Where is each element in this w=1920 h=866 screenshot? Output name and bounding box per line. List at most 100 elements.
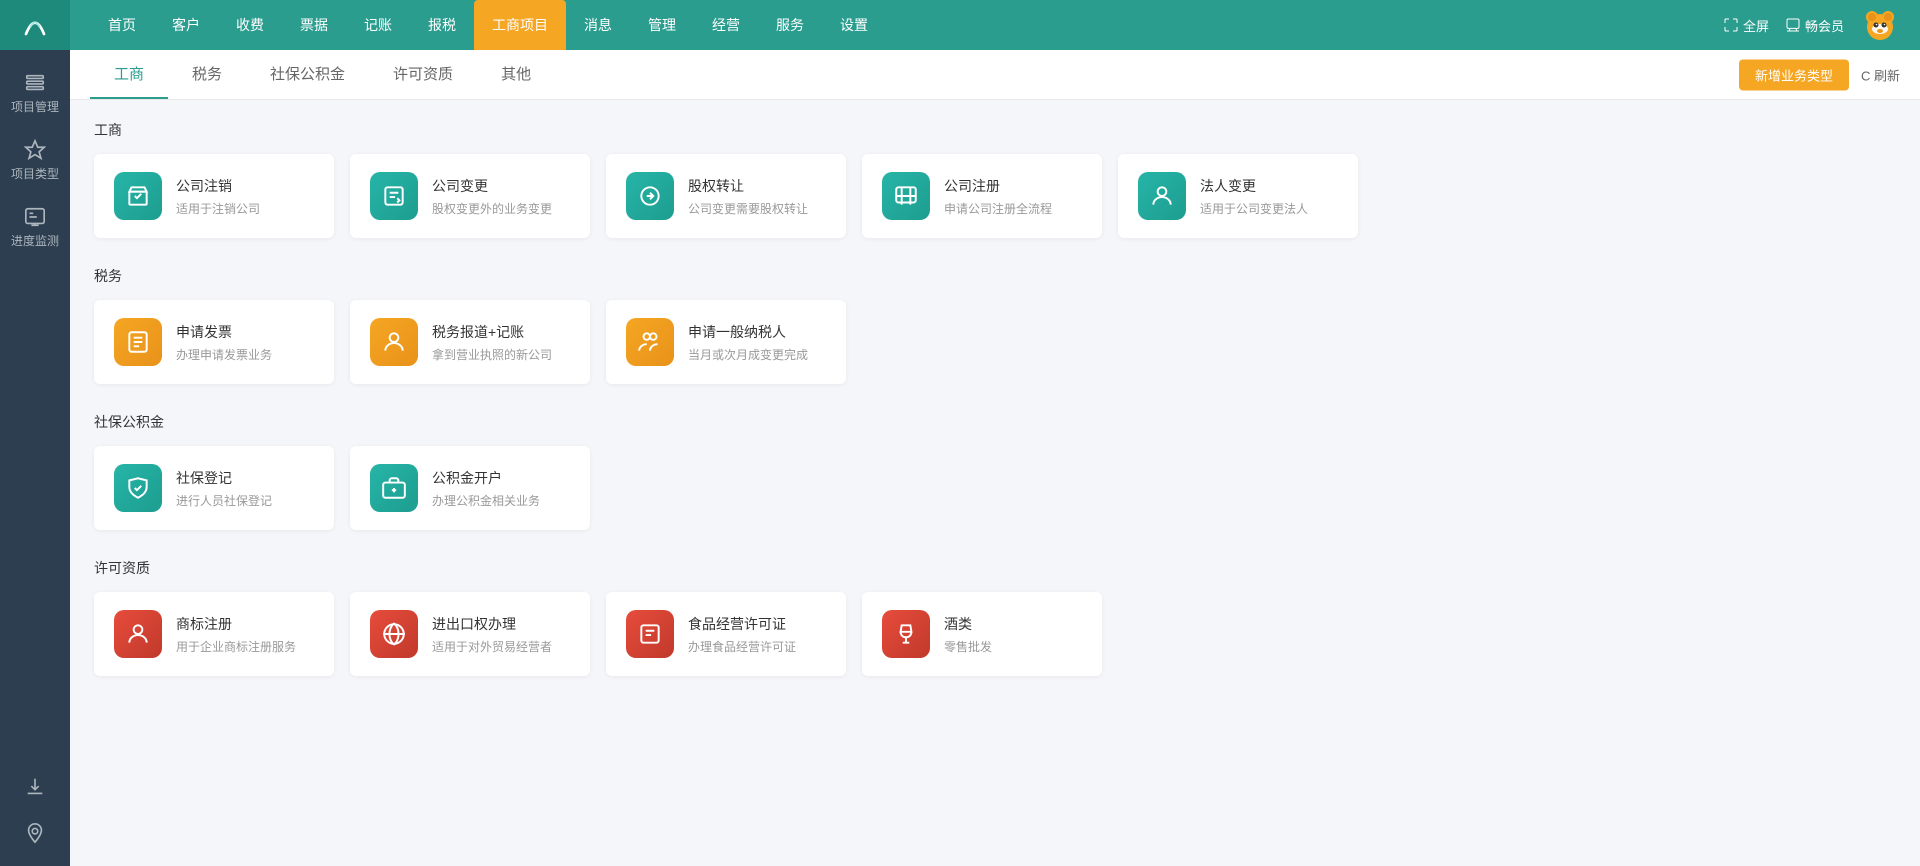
- card-desc: 办理食品经营许可证: [688, 638, 826, 655]
- sidebar-item-location[interactable]: [0, 810, 70, 856]
- tab-税务[interactable]: 税务: [168, 50, 246, 99]
- card-icon: [114, 318, 162, 366]
- nav-item-2[interactable]: 收费: [218, 0, 282, 50]
- card-商标注册[interactable]: 商标注册用于企业商标注册服务: [94, 592, 334, 676]
- card-text: 公司注销适用于注销公司: [176, 176, 314, 217]
- card-desc: 零售批发: [944, 638, 1082, 655]
- card-text: 食品经营许可证办理食品经营许可证: [688, 614, 826, 655]
- card-食品经营许可证[interactable]: 食品经营许可证办理食品经营许可证: [606, 592, 846, 676]
- card-公司变更[interactable]: 公司变更股权变更外的业务变更: [350, 154, 590, 238]
- refresh-button[interactable]: C 刷新: [1861, 65, 1900, 84]
- card-desc: 用于企业商标注册服务: [176, 638, 314, 655]
- card-title: 社保登记: [176, 468, 314, 488]
- tab-bar: 工商税务社保公积金许可资质其他 新增业务类型 C 刷新: [70, 50, 1920, 100]
- card-text: 股权转让公司变更需要股权转让: [688, 176, 826, 217]
- tab-许可资质[interactable]: 许可资质: [369, 50, 477, 99]
- tab-社保公积金[interactable]: 社保公积金: [246, 50, 369, 99]
- card-text: 申请发票办理申请发票业务: [176, 322, 314, 363]
- tab-其他[interactable]: 其他: [477, 50, 555, 99]
- sidebar-label-progress-monitor: 进度监测: [11, 232, 59, 249]
- card-icon: [114, 610, 162, 658]
- card-title: 法人变更: [1200, 176, 1338, 196]
- card-desc: 股权变更外的业务变更: [432, 200, 570, 217]
- card-desc: 办理申请发票业务: [176, 346, 314, 363]
- card-desc: 当月或次月成变更完成: [688, 346, 826, 363]
- sidebar-bottom: [0, 764, 70, 866]
- card-icon: [370, 464, 418, 512]
- nav-item-0[interactable]: 首页: [90, 0, 154, 50]
- section-工商: 工商公司注销适用于注销公司 公司变更股权变更外的业务变更 股权转让公司变更需要股权转…: [94, 120, 1896, 238]
- card-icon: [114, 172, 162, 220]
- card-desc: 适用于公司变更法人: [1200, 200, 1338, 217]
- card-公司注册[interactable]: 公司注册申请公司注册全流程: [862, 154, 1102, 238]
- tab-工商[interactable]: 工商: [90, 50, 168, 99]
- card-desc: 适用于注销公司: [176, 200, 314, 217]
- card-desc: 适用于对外贸易经营者: [432, 638, 570, 655]
- card-公积金开户[interactable]: 公积金开户办理公积金相关业务: [350, 446, 590, 530]
- nav-item-1[interactable]: 客户: [154, 0, 218, 50]
- scroll-content: 工商公司注销适用于注销公司 公司变更股权变更外的业务变更 股权转让公司变更需要股权转…: [70, 100, 1920, 866]
- card-text: 法人变更适用于公司变更法人: [1200, 176, 1338, 217]
- card-股权转让[interactable]: 股权转让公司变更需要股权转让: [606, 154, 846, 238]
- nav-item-8[interactable]: 管理: [630, 0, 694, 50]
- nav-item-3[interactable]: 票据: [282, 0, 346, 50]
- card-进出口权办理[interactable]: 进出口权办理适用于对外贸易经营者: [350, 592, 590, 676]
- card-text: 税务报道+记账拿到营业执照的新公司: [432, 322, 570, 363]
- card-title: 税务报道+记账: [432, 322, 570, 342]
- member-button[interactable]: 畅会员: [1785, 16, 1844, 35]
- card-icon: [626, 610, 674, 658]
- card-title: 申请发票: [176, 322, 314, 342]
- sidebar-item-progress-monitor[interactable]: 进度监测: [0, 194, 70, 261]
- card-icon: [370, 318, 418, 366]
- card-title: 进出口权办理: [432, 614, 570, 634]
- nav-item-7[interactable]: 消息: [566, 0, 630, 50]
- card-公司注销[interactable]: 公司注销适用于注销公司: [94, 154, 334, 238]
- sidebar-label-project-type: 项目类型: [11, 165, 59, 182]
- fullscreen-button[interactable]: 全屏: [1723, 16, 1769, 35]
- nav-item-9[interactable]: 经营: [694, 0, 758, 50]
- card-title: 公司变更: [432, 176, 570, 196]
- card-title: 食品经营许可证: [688, 614, 826, 634]
- card-申请一般纳税人[interactable]: 申请一般纳税人当月或次月成变更完成: [606, 300, 846, 384]
- card-icon: [626, 172, 674, 220]
- card-text: 公司注册申请公司注册全流程: [944, 176, 1082, 217]
- card-text: 公司变更股权变更外的业务变更: [432, 176, 570, 217]
- card-税务报道+记账[interactable]: 税务报道+记账拿到营业执照的新公司: [350, 300, 590, 384]
- card-icon: [882, 172, 930, 220]
- nav-item-11[interactable]: 设置: [822, 0, 886, 50]
- nav-item-10[interactable]: 服务: [758, 0, 822, 50]
- card-desc: 公司变更需要股权转让: [688, 200, 826, 217]
- nav-items: 首页客户收费票据记账报税工商项目消息管理经营服务设置: [70, 0, 1723, 50]
- card-title: 申请一般纳税人: [688, 322, 826, 342]
- sidebar-label-project-management: 项目管理: [11, 98, 59, 115]
- member-label: 畅会员: [1805, 16, 1844, 35]
- cards-grid: 商标注册用于企业商标注册服务 进出口权办理适用于对外贸易经营者 食品经营许可证办理食…: [94, 592, 1896, 676]
- card-申请发票[interactable]: 申请发票办理申请发票业务: [94, 300, 334, 384]
- section-社保公积金: 社保公积金社保登记进行人员社保登记公积金开户办理公积金相关业务: [94, 412, 1896, 530]
- nav-item-5[interactable]: 报税: [410, 0, 474, 50]
- card-社保登记[interactable]: 社保登记进行人员社保登记: [94, 446, 334, 530]
- sidebar-item-project-management[interactable]: 项目管理: [0, 60, 70, 127]
- card-icon: [370, 610, 418, 658]
- sidebar: 项目管理 项目类型 进度监测: [0, 50, 70, 866]
- sidebar-item-download[interactable]: [0, 764, 70, 810]
- content-area: 工商税务社保公积金许可资质其他 新增业务类型 C 刷新 工商公司注销适用于注销公…: [70, 50, 1920, 866]
- card-text: 进出口权办理适用于对外贸易经营者: [432, 614, 570, 655]
- card-title: 公司注销: [176, 176, 314, 196]
- card-text: 公积金开户办理公积金相关业务: [432, 468, 570, 509]
- nav-item-6[interactable]: 工商项目: [474, 0, 566, 50]
- fullscreen-label: 全屏: [1743, 16, 1769, 35]
- card-desc: 拿到营业执照的新公司: [432, 346, 570, 363]
- add-type-button[interactable]: 新增业务类型: [1739, 59, 1849, 90]
- card-title: 公司注册: [944, 176, 1082, 196]
- tab-bar-actions: 新增业务类型 C 刷新: [1739, 59, 1900, 90]
- card-法人变更[interactable]: 法人变更适用于公司变更法人: [1118, 154, 1358, 238]
- card-酒类[interactable]: 酒类零售批发: [862, 592, 1102, 676]
- card-icon: [114, 464, 162, 512]
- cards-grid: 社保登记进行人员社保登记 公积金开户办理公积金相关业务: [94, 446, 1896, 530]
- nav-item-4[interactable]: 记账: [346, 0, 410, 50]
- card-title: 商标注册: [176, 614, 314, 634]
- sidebar-item-project-type[interactable]: 项目类型: [0, 127, 70, 194]
- section-title: 工商: [94, 120, 1896, 140]
- cards-grid: 申请发票办理申请发票业务税务报道+记账拿到营业执照的新公司申请一般纳税人当月或次…: [94, 300, 1896, 384]
